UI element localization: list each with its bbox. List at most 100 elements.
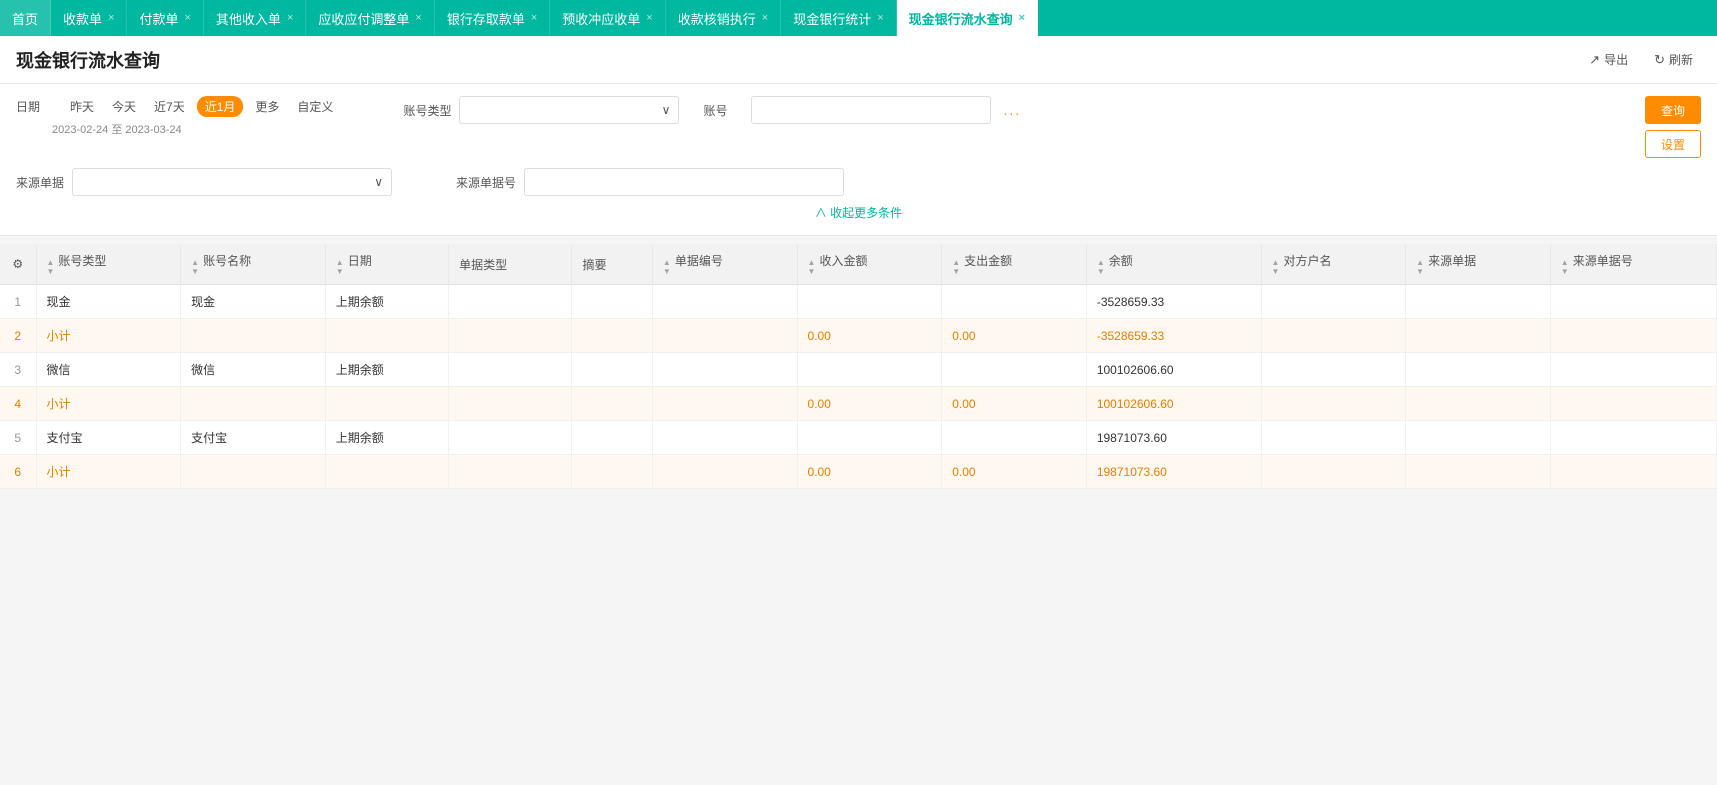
refresh-icon: ↻ bbox=[1654, 52, 1665, 68]
cell-date: 上期余额 bbox=[325, 421, 448, 455]
cell-counterpart bbox=[1261, 421, 1406, 455]
close-icon[interactable]: × bbox=[762, 12, 768, 24]
cell-doc-no bbox=[652, 285, 797, 319]
col-header-expense[interactable]: ▲▼支出金额 bbox=[942, 244, 1087, 285]
source-doc-select[interactable]: ∨ bbox=[72, 168, 392, 196]
header-actions: ↗ 导出 ↻ 刷新 bbox=[1581, 47, 1701, 72]
data-table: ⚙ ▲▼账号类型 ▲▼账号名称 ▲▼日期 单据类型 摘要 ▲▼单据编号 ▲▼收入… bbox=[0, 244, 1717, 489]
cell-date bbox=[325, 319, 448, 353]
cell-source-doc-no bbox=[1550, 319, 1716, 353]
query-button[interactable]: 查询 bbox=[1645, 96, 1701, 124]
cell-doc-type bbox=[449, 353, 572, 387]
export-icon: ↗ bbox=[1589, 52, 1600, 68]
settings-button[interactable]: 设置 bbox=[1645, 130, 1701, 158]
sort-icon: ▲▼ bbox=[47, 258, 55, 276]
account-input[interactable] bbox=[751, 96, 991, 124]
close-icon[interactable]: × bbox=[877, 12, 883, 24]
cell-doc-type bbox=[449, 285, 572, 319]
date-opt-1month[interactable]: 近1月 bbox=[197, 96, 244, 117]
close-icon[interactable]: × bbox=[108, 12, 114, 24]
col-header-doc-no[interactable]: ▲▼单据编号 bbox=[652, 244, 797, 285]
nav-item-bank-deposit[interactable]: 银行存取款单 × bbox=[435, 0, 550, 36]
table-row: 1现金现金上期余额-3528659.33 bbox=[0, 285, 1717, 319]
cell-source-doc-no bbox=[1550, 421, 1716, 455]
cell-balance: 19871073.60 bbox=[1086, 455, 1261, 489]
nav-item-advance[interactable]: 预收冲应收单 × bbox=[550, 0, 665, 36]
row-num: 3 bbox=[0, 353, 36, 387]
cell-source-doc-no bbox=[1550, 387, 1716, 421]
cell-income: 0.00 bbox=[797, 319, 942, 353]
col-header-income[interactable]: ▲▼收入金额 bbox=[797, 244, 942, 285]
cell-counterpart bbox=[1261, 285, 1406, 319]
col-header-source-doc-no[interactable]: ▲▼来源单据号 bbox=[1550, 244, 1716, 285]
sort-icon: ▲▼ bbox=[191, 258, 199, 276]
export-button[interactable]: ↗ 导出 bbox=[1581, 47, 1636, 72]
top-navigation: 首页 收款单 × 付款单 × 其他收入单 × 应收应付调整单 × 银行存取款单 … bbox=[0, 0, 1717, 36]
nav-item-bank-flow[interactable]: 现金银行流水查询 × bbox=[897, 0, 1038, 36]
account-type-select[interactable]: ∨ bbox=[459, 96, 679, 124]
nav-item-home[interactable]: 首页 bbox=[0, 0, 51, 36]
date-opt-yesterday[interactable]: 昨天 bbox=[64, 96, 100, 117]
cell-doc-no bbox=[652, 353, 797, 387]
close-icon[interactable]: × bbox=[1019, 12, 1025, 24]
source-doc-no-input[interactable] bbox=[524, 168, 844, 196]
close-icon[interactable]: × bbox=[184, 12, 190, 24]
sort-icon: ▲▼ bbox=[1561, 258, 1569, 276]
col-header-date[interactable]: ▲▼日期 bbox=[325, 244, 448, 285]
nav-item-adjustment[interactable]: 应收应付调整单 × bbox=[306, 0, 434, 36]
cell-balance: -3528659.33 bbox=[1086, 285, 1261, 319]
nav-item-bank-stats[interactable]: 现金银行统计 × bbox=[781, 0, 896, 36]
sort-icon: ▲▼ bbox=[1097, 258, 1105, 276]
close-icon[interactable]: × bbox=[415, 12, 421, 24]
cell-source-doc bbox=[1406, 353, 1551, 387]
collapse-filter-button[interactable]: ∧ 收起更多条件 bbox=[16, 202, 1701, 223]
table-row: 3微信微信上期余额100102606.60 bbox=[0, 353, 1717, 387]
col-header-counterpart[interactable]: ▲▼对方户名 bbox=[1261, 244, 1406, 285]
refresh-button[interactable]: ↻ 刷新 bbox=[1646, 47, 1701, 72]
sort-icon: ▲▼ bbox=[952, 258, 960, 276]
date-opt-today[interactable]: 今天 bbox=[106, 96, 142, 117]
cell-account-name bbox=[181, 455, 326, 489]
date-opt-7days[interactable]: 近7天 bbox=[148, 96, 191, 117]
date-opt-more[interactable]: 更多 bbox=[249, 96, 285, 117]
cell-doc-type bbox=[449, 455, 572, 489]
row-num: 6 bbox=[0, 455, 36, 489]
cell-income: 0.00 bbox=[797, 455, 942, 489]
source-doc-no-label: 来源单据号 bbox=[456, 174, 516, 191]
cell-expense: 0.00 bbox=[942, 387, 1087, 421]
nav-item-collection[interactable]: 收款核销执行 × bbox=[666, 0, 781, 36]
table-row: 2小计0.000.00-3528659.33 bbox=[0, 319, 1717, 353]
cell-expense: 0.00 bbox=[942, 455, 1087, 489]
page-header: 现金银行流水查询 ↗ 导出 ↻ 刷新 bbox=[0, 36, 1717, 84]
table-row: 4小计0.000.00100102606.60 bbox=[0, 387, 1717, 421]
nav-item-payment[interactable]: 付款单 × bbox=[127, 0, 203, 36]
cell-summary bbox=[572, 319, 652, 353]
cell-summary bbox=[572, 421, 652, 455]
chevron-down-icon: ∨ bbox=[662, 103, 671, 117]
account-dots-button[interactable]: ... bbox=[1003, 102, 1021, 118]
col-header-account-name[interactable]: ▲▼账号名称 bbox=[181, 244, 326, 285]
cell-doc-type bbox=[449, 387, 572, 421]
data-table-wrapper: ⚙ ▲▼账号类型 ▲▼账号名称 ▲▼日期 单据类型 摘要 ▲▼单据编号 ▲▼收入… bbox=[0, 244, 1717, 489]
col-header-source-doc[interactable]: ▲▼来源单据 bbox=[1406, 244, 1551, 285]
cell-doc-no bbox=[652, 387, 797, 421]
nav-item-receipt[interactable]: 收款单 × bbox=[51, 0, 127, 36]
sort-icon: ▲▼ bbox=[1416, 258, 1424, 276]
close-icon[interactable]: × bbox=[287, 12, 293, 24]
cell-source-doc-no bbox=[1550, 455, 1716, 489]
col-header-balance[interactable]: ▲▼余额 bbox=[1086, 244, 1261, 285]
close-icon[interactable]: × bbox=[531, 12, 537, 24]
nav-item-other-income[interactable]: 其他收入单 × bbox=[204, 0, 306, 36]
cell-account-name: 现金 bbox=[181, 285, 326, 319]
close-icon[interactable]: × bbox=[646, 12, 652, 24]
row-num: 5 bbox=[0, 421, 36, 455]
cell-doc-type bbox=[449, 421, 572, 455]
date-opt-custom[interactable]: 自定义 bbox=[291, 96, 339, 117]
cell-income: 0.00 bbox=[797, 387, 942, 421]
col-header-doc-type: 单据类型 bbox=[449, 244, 572, 285]
col-header-account-type[interactable]: ▲▼账号类型 bbox=[36, 244, 181, 285]
account-type-label: 账号类型 bbox=[403, 102, 451, 119]
gear-column-header[interactable]: ⚙ bbox=[0, 244, 36, 285]
cell-account-name bbox=[181, 387, 326, 421]
col-header-summary: 摘要 bbox=[572, 244, 652, 285]
